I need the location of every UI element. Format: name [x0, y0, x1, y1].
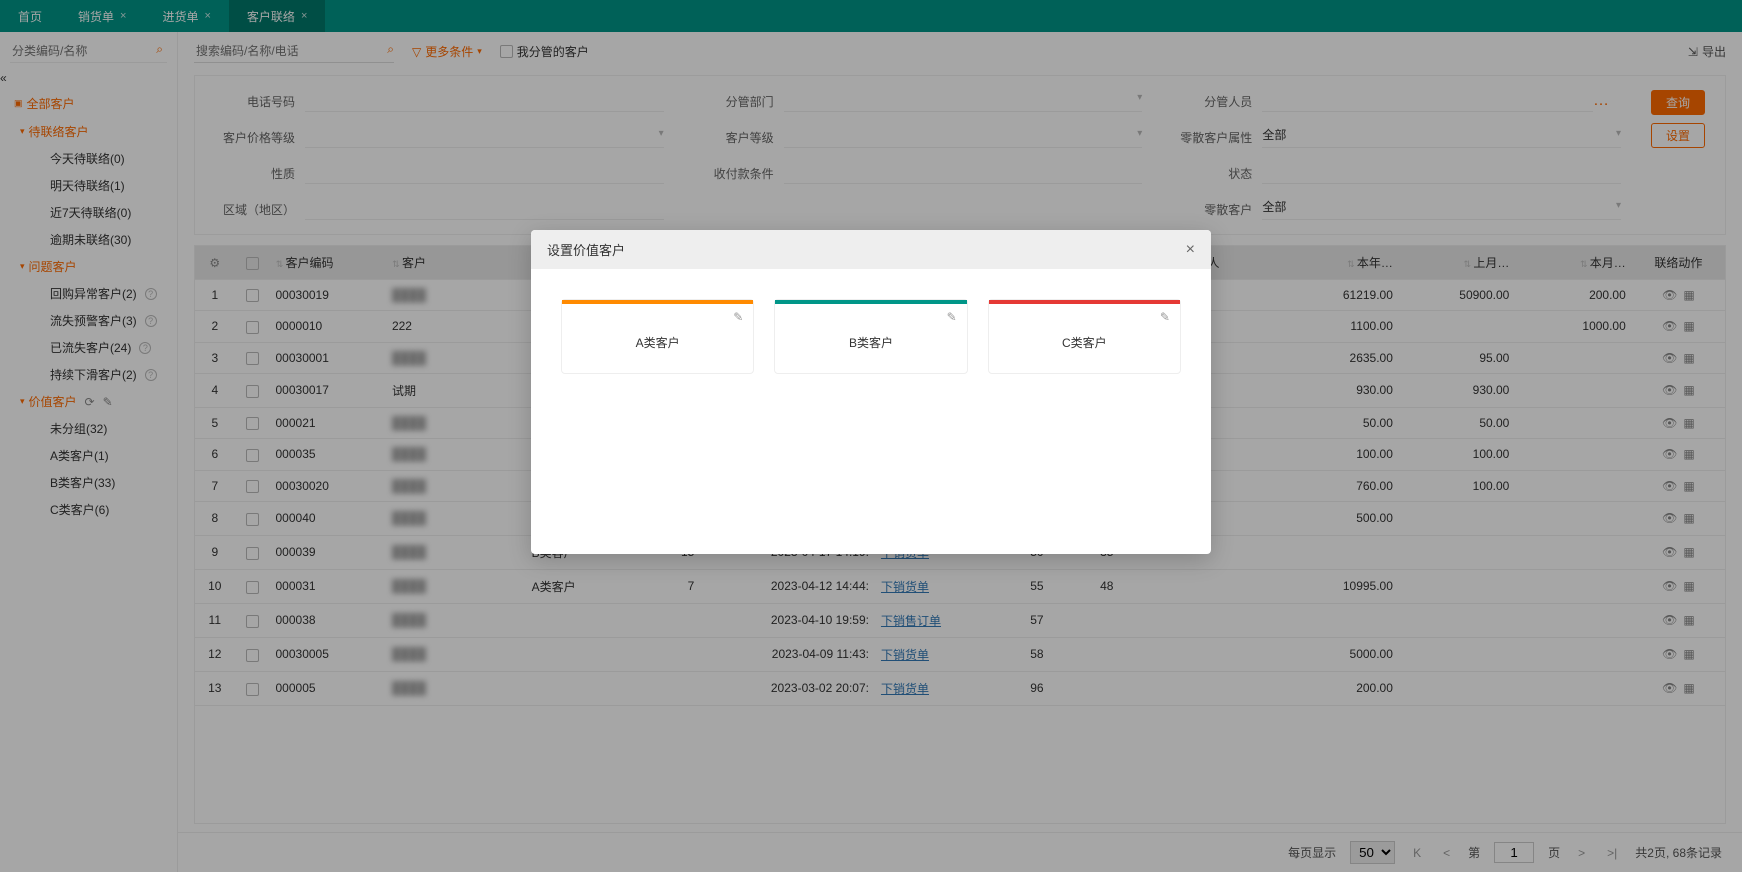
value-card-c[interactable]: ✎ C类客户	[988, 299, 1181, 374]
close-icon[interactable]: ×	[1186, 241, 1195, 259]
edit-icon[interactable]: ✎	[1160, 310, 1170, 324]
modal-mask[interactable]: 设置价值客户 × ✎ A类客户 ✎ B类客户 ✎ C类客户	[0, 0, 1742, 872]
dialog-title: 设置价值客户	[547, 240, 625, 259]
edit-icon[interactable]: ✎	[733, 310, 743, 324]
value-card-b[interactable]: ✎ B类客户	[774, 299, 967, 374]
card-label: A类客户	[572, 334, 743, 351]
card-label: C类客户	[999, 334, 1170, 351]
card-label: B类客户	[785, 334, 956, 351]
value-card-a[interactable]: ✎ A类客户	[561, 299, 754, 374]
edit-icon[interactable]: ✎	[947, 310, 957, 324]
value-customer-dialog: 设置价值客户 × ✎ A类客户 ✎ B类客户 ✎ C类客户	[531, 230, 1211, 554]
